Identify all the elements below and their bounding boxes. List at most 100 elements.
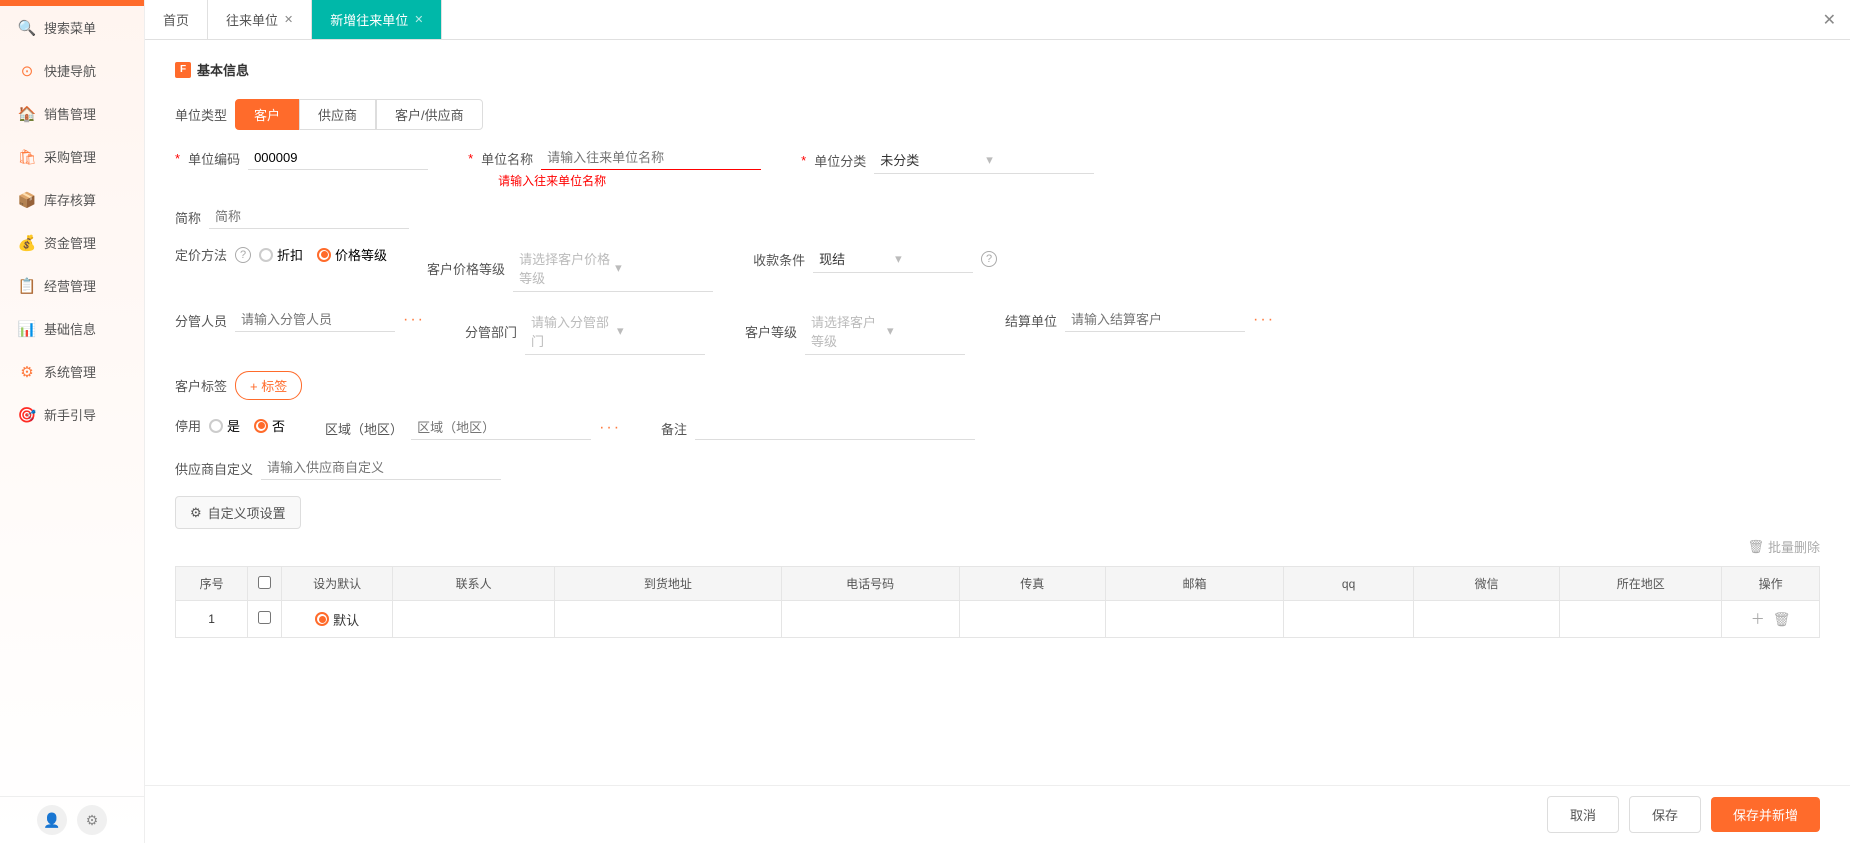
settlement-input[interactable] — [1065, 308, 1245, 332]
tab-home[interactable]: 首页 — [145, 0, 208, 39]
payment-label: 收款条件 — [753, 250, 805, 269]
row-qq[interactable] — [1284, 601, 1414, 638]
disabled-no-label: 否 — [272, 416, 285, 435]
pricing-discount-label: 折扣 — [277, 245, 303, 264]
sidebar-item-inventory[interactable]: 📦 库存核算 — [0, 178, 144, 221]
row-address[interactable] — [555, 601, 781, 638]
sidebar-avatar[interactable]: 👤 — [37, 805, 67, 835]
row-delete-icon[interactable]: 🗑 — [1773, 611, 1791, 628]
batch-delete-label: 批量删除 — [1768, 537, 1820, 556]
row-actions: ＋ 🗑 — [1722, 601, 1820, 638]
row-fax[interactable] — [959, 601, 1105, 638]
sidebar-item-system[interactable]: ⚙ 系统管理 — [0, 350, 144, 393]
row-contact-input[interactable] — [434, 612, 514, 626]
customer-level-placeholder: 请选择客户等级 — [811, 312, 883, 350]
payment-select[interactable]: 现结 ▾ — [813, 245, 973, 273]
customer-level-select[interactable]: 请选择客户等级 ▾ — [805, 308, 965, 355]
sidebar-item-quicknav[interactable]: ⊙ 快捷导航 — [0, 49, 144, 92]
pricing-help-icon[interactable]: ? — [235, 247, 251, 263]
abbreviation-row: 简称 — [175, 205, 1820, 229]
th-fax: 传真 — [959, 567, 1105, 601]
region-more-btn[interactable]: ··· — [599, 419, 621, 437]
row-region[interactable] — [1560, 601, 1722, 638]
sidebar-settings-icon[interactable]: ⚙ — [77, 805, 107, 835]
remark-input[interactable] — [695, 416, 975, 440]
sidebar-label-search: 搜索菜单 — [44, 18, 96, 37]
sidebar-label-funds: 资金管理 — [44, 233, 96, 252]
sidebar-label-quicknav: 快捷导航 — [44, 61, 96, 80]
department-label: 分管部门 — [465, 322, 517, 341]
unit-name-input[interactable] — [541, 146, 761, 170]
th-qq: qq — [1284, 567, 1414, 601]
abbreviation-field: 简称 — [175, 205, 409, 229]
tab-bar-close-button[interactable]: ✕ — [1809, 10, 1850, 30]
unit-code-required-star: * — [175, 151, 180, 166]
row-address-input[interactable] — [608, 612, 728, 626]
row-wechat-input[interactable] — [1452, 612, 1522, 626]
unit-type-supplier-btn[interactable]: 供应商 — [299, 99, 376, 130]
row-qq-input[interactable] — [1319, 612, 1379, 626]
add-tag-button[interactable]: + 标签 — [235, 371, 302, 400]
row-checkbox[interactable] — [258, 611, 271, 624]
cancel-button[interactable]: 取消 — [1547, 796, 1619, 833]
abbreviation-input[interactable] — [209, 205, 409, 229]
customer-tag-field: 客户标签 + 标签 — [175, 371, 302, 400]
row-phone[interactable] — [781, 601, 959, 638]
search-menu-icon: 🔍 — [18, 19, 36, 37]
supplier-custom-input[interactable] — [261, 456, 501, 480]
sidebar-item-guide[interactable]: 🎯 新手引导 — [0, 393, 144, 436]
tab-new-partner-close[interactable]: ✕ — [414, 13, 423, 26]
row-phone-input[interactable] — [825, 612, 915, 626]
tab-partner[interactable]: 往来单位 ✕ — [208, 0, 312, 39]
pricing-level-outer — [317, 248, 331, 262]
manager-input[interactable] — [235, 308, 395, 332]
row-checkbox-cell[interactable] — [248, 601, 282, 638]
region-input[interactable] — [411, 416, 591, 440]
unit-category-select[interactable]: 未分类 ▾ — [874, 146, 1094, 174]
department-select[interactable]: 请输入分管部门 ▾ — [525, 308, 705, 355]
payment-help-icon[interactable]: ? — [981, 251, 997, 267]
row-default-radio[interactable]: 默认 — [292, 610, 382, 629]
pricing-level-radio[interactable]: 价格等级 — [317, 245, 387, 264]
remark-label: 备注 — [661, 419, 687, 438]
cpl-select[interactable]: 请选择客户价格等级 ▾ — [513, 245, 713, 292]
tab-new-partner[interactable]: 新增往来单位 ✕ — [312, 0, 442, 39]
unit-code-input[interactable] — [248, 146, 428, 170]
row-add-icon[interactable]: ＋ — [1751, 609, 1765, 629]
row-region-input[interactable] — [1601, 612, 1681, 626]
customer-level-label: 客户等级 — [745, 322, 797, 341]
ops-icon: 📋 — [18, 277, 36, 295]
unit-type-customer-btn[interactable]: 客户 — [235, 99, 299, 130]
sidebar-item-basic[interactable]: 📊 基础信息 — [0, 307, 144, 350]
table-select-all[interactable] — [258, 576, 271, 589]
row-contact[interactable] — [393, 601, 555, 638]
row-email[interactable] — [1105, 601, 1283, 638]
sidebar-item-funds[interactable]: 💰 资金管理 — [0, 221, 144, 264]
tab-partner-close[interactable]: ✕ — [284, 13, 293, 26]
disabled-yes-radio[interactable]: 是 — [209, 416, 240, 435]
unit-type-buttons: 客户 供应商 客户/供应商 — [235, 99, 483, 130]
contact-table: 序号 设为默认 联系人 到货地址 电话号码 传真 邮箱 qq 微信 所在地区 操… — [175, 566, 1820, 638]
sidebar-item-ops[interactable]: 📋 经营管理 — [0, 264, 144, 307]
sidebar-item-purchase[interactable]: 🛍 采购管理 — [0, 135, 144, 178]
save-button[interactable]: 保存 — [1629, 796, 1701, 833]
unit-type-both-btn[interactable]: 客户/供应商 — [376, 99, 483, 130]
settlement-label: 结算单位 — [1005, 311, 1057, 330]
settlement-more-btn[interactable]: ··· — [1253, 311, 1275, 329]
row-fax-input[interactable] — [997, 612, 1067, 626]
custom-settings-button[interactable]: ⚙ 自定义项设置 — [175, 496, 301, 529]
pricing-discount-radio[interactable]: 折扣 — [259, 245, 303, 264]
sidebar-item-sales[interactable]: 🏠 销售管理 — [0, 92, 144, 135]
manager-row: 分管人员 ··· 分管部门 请输入分管部门 ▾ 客户等级 请选择客户等级 ▾ — [175, 308, 1820, 355]
sidebar-item-search[interactable]: 🔍 搜索菜单 — [0, 6, 144, 49]
section-icon: F — [175, 62, 191, 78]
manager-more-btn[interactable]: ··· — [403, 311, 425, 329]
save-and-new-button[interactable]: 保存并新增 — [1711, 797, 1820, 832]
batch-delete-area[interactable]: 🗑 批量删除 — [175, 537, 1820, 556]
row-email-input[interactable] — [1149, 612, 1239, 626]
table-header: 序号 设为默认 联系人 到货地址 电话号码 传真 邮箱 qq 微信 所在地区 操… — [176, 567, 1820, 601]
th-checkbox[interactable] — [248, 567, 282, 601]
purchase-icon: 🛍 — [18, 148, 36, 166]
disabled-no-radio[interactable]: 否 — [254, 416, 285, 435]
row-wechat[interactable] — [1414, 601, 1560, 638]
